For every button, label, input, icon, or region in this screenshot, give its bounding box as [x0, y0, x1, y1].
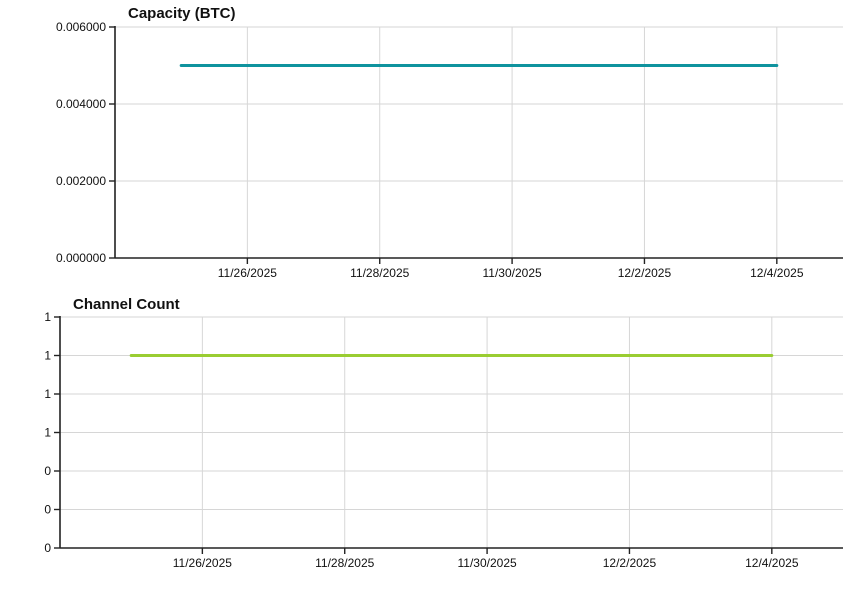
x-tick-label: 12/2/2025 — [603, 556, 657, 570]
y-tick-label: 0.000000 — [56, 251, 106, 265]
y-tick-label: 0.004000 — [56, 97, 106, 111]
x-tick-label: 11/26/2025 — [218, 266, 277, 280]
x-tick-label: 11/28/2025 — [350, 266, 409, 280]
y-tick-label: 1 — [44, 387, 51, 401]
channel-count-chart-canvas: 1 1 1 1 0 0 0 11/26/2025 11/28/2025 11/30/2025 12/… — [44, 310, 843, 570]
y-tick-label: 0.002000 — [56, 174, 106, 188]
y-tick-label: 1 — [44, 426, 51, 440]
y-tick-label: 1 — [44, 310, 51, 324]
x-tick-label: 12/4/2025 — [745, 556, 799, 570]
x-tick-label: 12/4/2025 — [750, 266, 804, 280]
y-tick-label: 0 — [44, 503, 51, 517]
y-tick-label: 1 — [44, 349, 51, 363]
y-tick-label: 0 — [44, 541, 51, 555]
x-tick-label: 11/26/2025 — [173, 556, 232, 570]
x-tick-label: 11/30/2025 — [483, 266, 542, 280]
x-tick-label: 12/2/2025 — [618, 266, 672, 280]
x-tick-label: 11/28/2025 — [315, 556, 374, 570]
y-tick-label: 0.006000 — [56, 20, 106, 34]
channel-count-chart: Channel Count 1 1 1 1 0 0 0 11/26/2025 11/28/202… — [0, 290, 860, 600]
capacity-chart-canvas: 0.006000 0.004000 0.002000 0.000000 11/26/20… — [56, 20, 843, 280]
node-charts-page: Capacity (BTC) 0.006000 0.004000 0.002000 0… — [0, 0, 860, 600]
y-tick-label: 0 — [44, 464, 51, 478]
x-tick-label: 11/30/2025 — [458, 556, 517, 570]
capacity-chart: Capacity (BTC) 0.006000 0.004000 0.002000 0… — [0, 0, 860, 290]
